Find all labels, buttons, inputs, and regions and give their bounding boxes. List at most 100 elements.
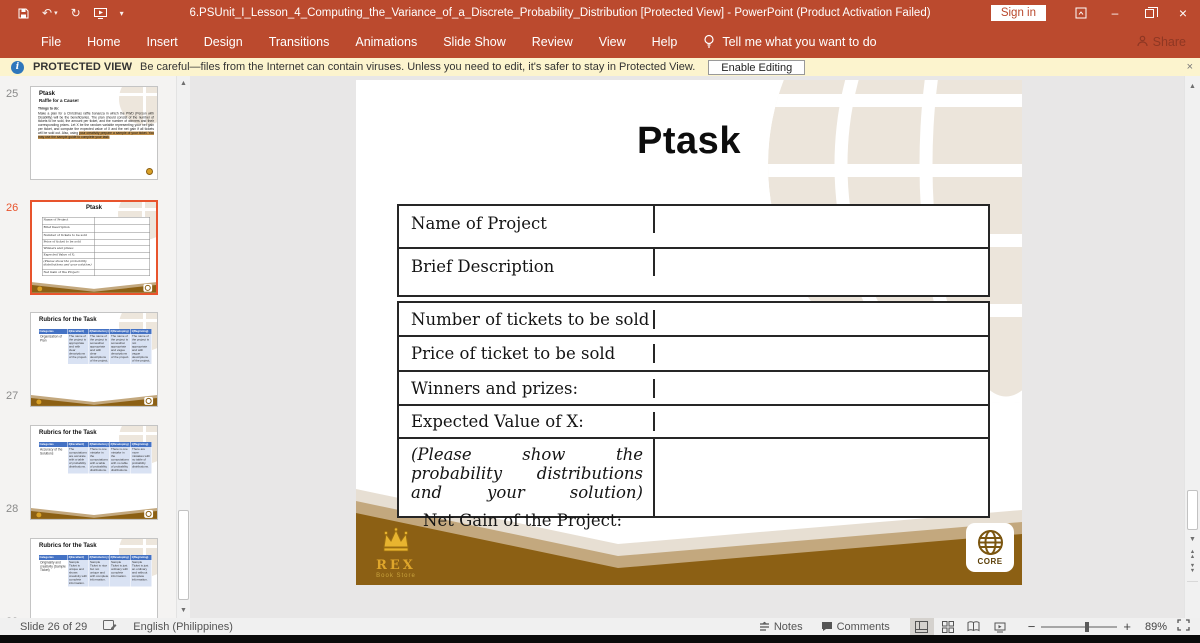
- thumb-subtitle: Raffle for a Cause!: [39, 98, 79, 103]
- scroll-up-icon[interactable]: ▲: [1185, 80, 1200, 93]
- thumb-title: Rubrics for the Task: [39, 317, 97, 323]
- thumb-heading: Things to do:: [38, 107, 59, 111]
- normal-view-button[interactable]: [909, 618, 934, 635]
- info-icon: i: [11, 60, 24, 74]
- slide-29-thumbnail[interactable]: Rubrics for the Task Categories 4(Excelle…: [30, 538, 158, 618]
- ribbon-tab-bar: File Home Insert Design Transitions Anim…: [0, 26, 1200, 58]
- table-row: Expected Value of X:: [399, 404, 988, 437]
- scrollbar-thumb[interactable]: [178, 510, 189, 600]
- customize-qat-icon[interactable]: ▾: [120, 9, 124, 18]
- thumb-rubric-table: Categories 4(Excellent) 3(Satisfactory) 2(D…: [39, 329, 152, 364]
- tab-help[interactable]: Help: [652, 35, 678, 49]
- tab-home[interactable]: Home: [87, 35, 120, 49]
- undo-icon[interactable]: ↶ ▾: [42, 6, 58, 20]
- slide-26-number: 26: [6, 202, 19, 214]
- zoom-in-button[interactable]: +: [1123, 619, 1131, 634]
- tell-me-box[interactable]: Tell me what you want to do: [703, 34, 877, 51]
- slide-thumbnail-panel: 25 Ptask Raffle for a Cause! Things to d…: [0, 76, 176, 618]
- table-row: Winners and prizes:: [399, 370, 988, 404]
- core-globe-icon: [977, 530, 1003, 555]
- rex-subtitle: Book Store: [376, 573, 416, 579]
- zoom-out-button[interactable]: −: [1028, 619, 1036, 634]
- slide-27-number: 27: [6, 390, 19, 402]
- thumb-footer: [31, 395, 157, 406]
- window-title: 6.PSUnit_I_Lesson_4_Computing_the_Varian…: [189, 7, 931, 19]
- thumb-rubric-table: Categories 4(Excellent) 3(Satisfactory) 2(D…: [39, 442, 152, 474]
- scroll-up-icon[interactable]: ▲: [177, 77, 190, 90]
- thumbnail-panel-scrollbar[interactable]: ▲ ▼: [176, 76, 190, 618]
- scrollbar-thumb[interactable]: [1187, 490, 1198, 530]
- slide-25-thumbnail[interactable]: Ptask Raffle for a Cause! Things to do: M…: [30, 86, 158, 180]
- rex-logo: REX Book Store: [368, 527, 424, 579]
- ribbon-display-options-icon[interactable]: [1064, 0, 1098, 26]
- minimize-button[interactable]: –: [1098, 0, 1132, 26]
- protected-view-bar: i PROTECTED VIEW Be careful—files from t…: [0, 58, 1200, 76]
- thumb-table: Name of Project Brief Description Number…: [42, 217, 150, 283]
- window-controls: Sign in – ×: [990, 0, 1200, 26]
- display-settings-icon[interactable]: [103, 619, 117, 634]
- restore-button[interactable]: [1132, 0, 1166, 26]
- slide-counter: Slide 26 of 29: [20, 620, 88, 633]
- tab-file[interactable]: File: [41, 35, 61, 49]
- net-gain-label: Net Gain of the Project:: [423, 511, 623, 530]
- reading-view-button[interactable]: [962, 618, 986, 635]
- previous-slide-button[interactable]: ▲ ▲: [1185, 550, 1200, 559]
- tab-transitions[interactable]: Transitions: [269, 35, 330, 49]
- core-label: CORE: [977, 557, 1003, 566]
- save-icon[interactable]: [18, 8, 29, 19]
- thumb-title: Rubrics for the Task: [39, 543, 97, 549]
- rex-seal-icon: [146, 168, 153, 175]
- quick-access-toolbar: ↶ ▾ ↻ ▾: [18, 0, 124, 26]
- share-label: Share: [1152, 35, 1186, 49]
- workspace: 25 Ptask Raffle for a Cause! Things to d…: [0, 76, 1200, 618]
- tab-view[interactable]: View: [599, 35, 626, 49]
- ribbon-tabs: File Home Insert Design Transitions Anim…: [0, 35, 677, 49]
- thumb-footer: [32, 282, 156, 293]
- slide-25-number: 25: [6, 88, 19, 100]
- share-button[interactable]: Share: [1137, 35, 1186, 50]
- enable-editing-button[interactable]: Enable Editing: [708, 59, 806, 75]
- titlebar: ↶ ▾ ↻ ▾ 6.PSUnit_I_Lesson_4_Computing_the…: [0, 0, 1200, 26]
- scroll-down-icon[interactable]: ▼: [177, 604, 190, 617]
- close-bar-icon[interactable]: ×: [1187, 61, 1193, 73]
- language-selector[interactable]: English (Philippines): [133, 621, 233, 633]
- scrollbar-divider: [1187, 581, 1198, 582]
- slideshow-view-button[interactable]: [988, 618, 1012, 635]
- start-slideshow-icon[interactable]: [93, 7, 107, 19]
- tab-animations[interactable]: Animations: [355, 35, 417, 49]
- table-row: (Please show the probability distributio…: [399, 437, 988, 530]
- table-value-cell: [655, 439, 988, 516]
- thumb-body: Things to do: Make a plan for a Christmas…: [38, 107, 154, 139]
- close-button[interactable]: ×: [1166, 0, 1200, 26]
- core-logo: CORE: [966, 523, 1014, 572]
- slide-sorter-view-button[interactable]: [936, 618, 960, 635]
- current-slide: Ptask Name of Project Brief Description …: [356, 80, 1022, 585]
- main-scrollbar[interactable]: ▲ ▼ ▲ ▲ ▼ ▼: [1184, 76, 1200, 618]
- rex-name: REX: [376, 558, 416, 573]
- slide-27-thumbnail[interactable]: Rubrics for the Task Categories 4(Excelle…: [30, 312, 158, 407]
- zoom-slider[interactable]: [1041, 621, 1118, 633]
- thumb-title: Rubrics for the Task: [39, 430, 97, 436]
- tab-review[interactable]: Review: [532, 35, 573, 49]
- slide-26-thumbnail[interactable]: Ptask Name of Project Brief Description …: [30, 200, 158, 295]
- thumb-title: Ptask: [39, 91, 56, 97]
- lightbulb-icon: [703, 34, 715, 51]
- slide-28-thumbnail[interactable]: Rubrics for the Task Categories 4(Excelle…: [30, 425, 158, 520]
- tab-design[interactable]: Design: [204, 35, 243, 49]
- scroll-down-icon[interactable]: ▼: [1185, 533, 1200, 546]
- zoom-level[interactable]: 89%: [1145, 621, 1167, 633]
- notes-button[interactable]: Notes: [759, 621, 803, 633]
- table-note-cell: (Please show the probability distributio…: [399, 439, 655, 530]
- tab-slideshow[interactable]: Slide Show: [443, 35, 506, 49]
- taskbar-edge: [0, 635, 1200, 643]
- table-row: Brief Description: [399, 247, 988, 295]
- sign-in-button[interactable]: Sign in: [990, 5, 1046, 21]
- comments-button[interactable]: Comments: [821, 621, 890, 633]
- next-slide-button[interactable]: ▼ ▼: [1185, 564, 1200, 573]
- slide-28-number: 28: [6, 503, 19, 515]
- table-row: Name of Project: [399, 206, 988, 247]
- fit-slide-button[interactable]: [1177, 619, 1190, 634]
- zoom-slider-thumb[interactable]: [1085, 621, 1090, 632]
- tab-insert[interactable]: Insert: [147, 35, 178, 49]
- redo-icon[interactable]: ↻: [71, 6, 81, 20]
